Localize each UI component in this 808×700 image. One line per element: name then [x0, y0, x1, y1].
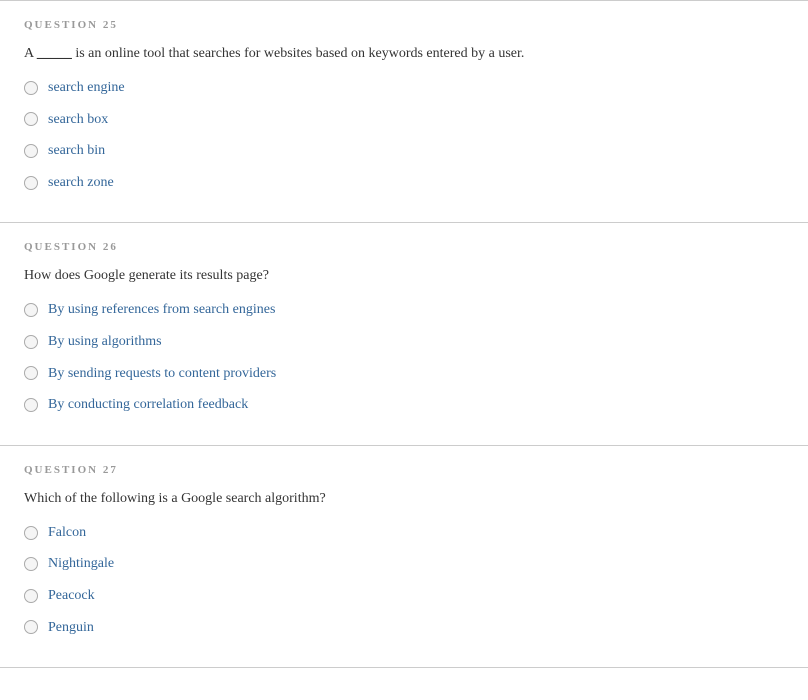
q25-option-1-radio[interactable] [24, 81, 38, 95]
question-26-options: By using references from search engines … [24, 298, 784, 416]
question-27-label: QUESTION 27 [24, 464, 784, 476]
q25-option-2-radio[interactable] [24, 112, 38, 126]
list-item: search engine [24, 76, 784, 100]
list-item: search bin [24, 139, 784, 163]
q26-option-4-radio[interactable] [24, 398, 38, 412]
q27-option-3-radio[interactable] [24, 589, 38, 603]
list-item: search zone [24, 171, 784, 195]
q25-option-3-label[interactable]: search bin [48, 141, 105, 161]
q27-option-2-radio[interactable] [24, 557, 38, 571]
q25-option-4-radio[interactable] [24, 176, 38, 190]
list-item: By using algorithms [24, 330, 784, 354]
question-26-label: QUESTION 26 [24, 241, 784, 253]
list-item: By sending requests to content providers [24, 362, 784, 386]
q25-option-2-label[interactable]: search box [48, 110, 108, 130]
q25-option-1-label[interactable]: search engine [48, 78, 125, 98]
list-item: search box [24, 108, 784, 132]
questions-container: QUESTION 25 A _____ is an online tool th… [0, 0, 808, 668]
q27-option-1-label[interactable]: Falcon [48, 523, 86, 543]
q26-option-2-label[interactable]: By using algorithms [48, 332, 162, 352]
list-item: Peacock [24, 584, 784, 608]
q27-option-3-label[interactable]: Peacock [48, 586, 95, 606]
list-item: Falcon [24, 521, 784, 545]
q26-option-3-label[interactable]: By sending requests to content providers [48, 364, 276, 384]
question-27-text: Which of the following is a Google searc… [24, 488, 784, 509]
q27-option-2-label[interactable]: Nightingale [48, 554, 114, 574]
list-item: By conducting correlation feedback [24, 393, 784, 417]
list-item: Nightingale [24, 552, 784, 576]
q26-option-1-radio[interactable] [24, 303, 38, 317]
q26-option-4-label[interactable]: By conducting correlation feedback [48, 395, 248, 415]
question-25-options: search engine search box search bin sear… [24, 76, 784, 194]
list-item: Penguin [24, 616, 784, 640]
q26-option-3-radio[interactable] [24, 366, 38, 380]
q25-option-3-radio[interactable] [24, 144, 38, 158]
q26-option-2-radio[interactable] [24, 335, 38, 349]
q27-option-4-radio[interactable] [24, 620, 38, 634]
question-26-text: How does Google generate its results pag… [24, 265, 784, 286]
list-item: By using references from search engines [24, 298, 784, 322]
question-25-text: A _____ is an online tool that searches … [24, 43, 784, 64]
q26-option-1-label[interactable]: By using references from search engines [48, 300, 275, 320]
question-27-block: QUESTION 27 Which of the following is a … [0, 446, 808, 668]
blank-indicator: _____ [37, 46, 72, 61]
question-27-options: Falcon Nightingale Peacock Penguin [24, 521, 784, 639]
question-25-label: QUESTION 25 [24, 19, 784, 31]
question-25-block: QUESTION 25 A _____ is an online tool th… [0, 0, 808, 223]
q25-option-4-label[interactable]: search zone [48, 173, 114, 193]
question-26-block: QUESTION 26 How does Google generate its… [0, 223, 808, 445]
q27-option-4-label[interactable]: Penguin [48, 618, 94, 638]
q27-option-1-radio[interactable] [24, 526, 38, 540]
